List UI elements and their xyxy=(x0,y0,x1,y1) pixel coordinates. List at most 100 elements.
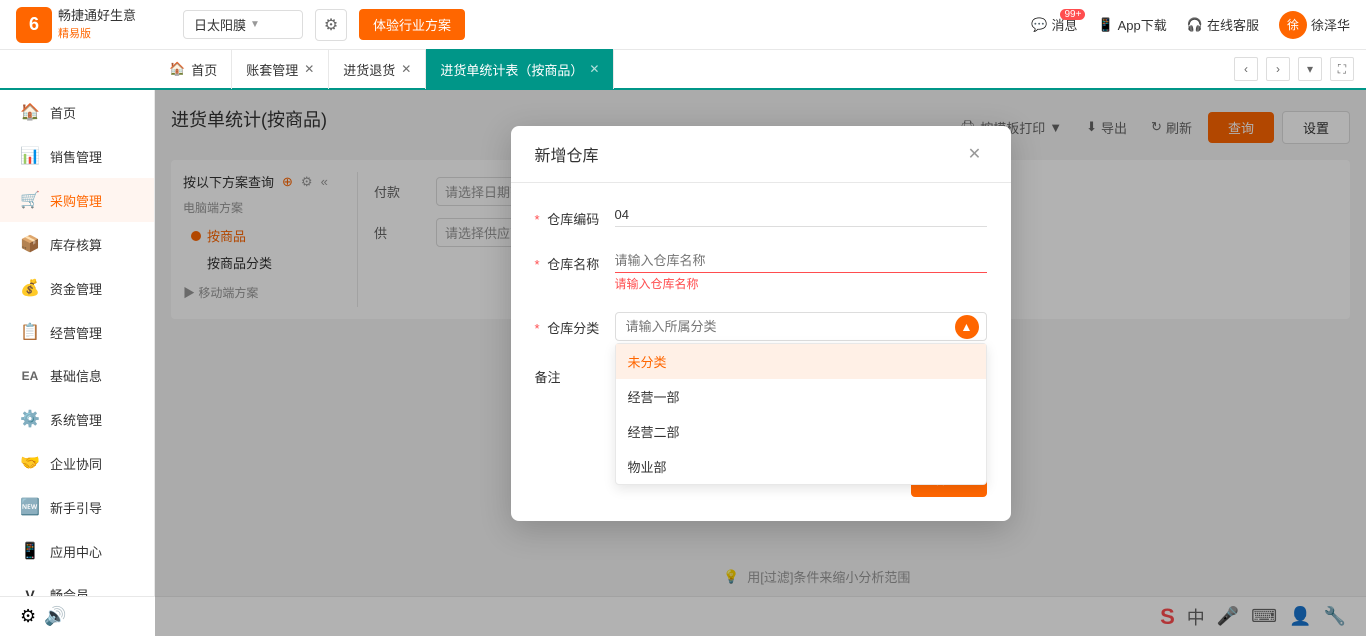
code-label: * 仓库编码 xyxy=(535,203,615,228)
top-header: 6 畅捷通好生意 精易版 日太阳膜 ▼ ⚙ 体验行业方案 💬 消息 99+ 📱 … xyxy=(0,0,1366,50)
tab-fullscreen-btn[interactable]: ⛶ xyxy=(1330,57,1354,81)
headset-icon: 🎧 xyxy=(1187,17,1203,33)
guide-icon: 🆕 xyxy=(20,497,40,517)
chevron-down-icon: ▼ xyxy=(250,19,260,30)
dropdown-item-unclassified[interactable]: 未分类 xyxy=(616,344,986,379)
tab-close-icon[interactable]: ✕ xyxy=(589,62,599,76)
sidebar-label: 采购管理 xyxy=(50,191,102,210)
add-warehouse-modal: 新增仓库 ✕ * 仓库编码 * 仓库名称 xyxy=(511,126,1011,521)
name-error-tip: 请输入仓库名称 xyxy=(535,275,699,292)
online-service-button[interactable]: 🎧 在线客服 xyxy=(1187,15,1259,34)
sidebar-item-enterprise[interactable]: 🤝 企业协同 xyxy=(0,441,154,485)
dropdown-item-dept2[interactable]: 经营二部 xyxy=(616,414,986,449)
tab-bar: 🏠 首页 账套管理 ✕ 进货退货 ✕ 进货单统计表（按商品） ✕ ‹ › ▾ ⛶ xyxy=(0,50,1366,90)
home-icon: 🏠 xyxy=(20,102,40,122)
inventory-icon: 📦 xyxy=(20,234,40,254)
app-download-button[interactable]: 📱 App下载 xyxy=(1097,15,1166,34)
sidebar-item-guide[interactable]: 🆕 新手引导 xyxy=(0,485,154,529)
sidebar-label: 经营管理 xyxy=(50,323,102,342)
category-input[interactable] xyxy=(615,312,987,341)
name-field-row: * 仓库名称 请输入仓库名称 xyxy=(535,248,987,292)
sidebar-item-operations[interactable]: 📋 经营管理 xyxy=(0,310,154,354)
sidebar-label: 资金管理 xyxy=(50,279,102,298)
remark-label: 备注 xyxy=(535,361,615,386)
sidebar-label: 基础信息 xyxy=(50,366,102,385)
purchase-icon: 🛒 xyxy=(20,190,40,210)
sidebar-label: 销售管理 xyxy=(50,147,102,166)
code-field-row: * 仓库编码 xyxy=(535,203,987,228)
message-badge: 99+ xyxy=(1060,9,1085,20)
store-selector[interactable]: 日太阳膜 ▼ xyxy=(183,10,303,39)
main-layout: 🏠 首页 📊 销售管理 🛒 采购管理 📦 库存核算 💰 资金管理 📋 经营管理 … xyxy=(0,90,1366,636)
name-input[interactable] xyxy=(615,249,987,273)
modal-body: * 仓库编码 * 仓库名称 请输入仓库名称 xyxy=(511,183,1011,461)
sidebar-item-home[interactable]: 🏠 首页 xyxy=(0,90,154,134)
sidebar-label: 新手引导 xyxy=(50,498,102,517)
operations-icon: 📋 xyxy=(20,322,40,342)
tab-home[interactable]: 🏠 首页 xyxy=(155,49,232,89)
sidebar-label: 系统管理 xyxy=(50,410,102,429)
tab-accounts[interactable]: 账套管理 ✕ xyxy=(232,49,329,89)
dropdown-item-dept1[interactable]: 经营一部 xyxy=(616,379,986,414)
sidebar-item-purchase[interactable]: 🛒 采购管理 xyxy=(0,178,154,222)
sidebar-item-apps[interactable]: 📱 应用中心 xyxy=(0,529,154,573)
gear-icon: ⚙ xyxy=(324,15,338,35)
home-icon: 🏠 xyxy=(169,61,185,77)
apps-icon: 📱 xyxy=(20,541,40,561)
gear-button[interactable]: ⚙ xyxy=(315,9,347,41)
mobile-icon: 📱 xyxy=(1097,17,1113,33)
trial-button[interactable]: 体验行业方案 xyxy=(359,9,465,40)
tab-close-icon[interactable]: ✕ xyxy=(304,62,314,76)
sales-icon: 📊 xyxy=(20,146,40,166)
tab-controls: ‹ › ▾ ⛶ xyxy=(1234,57,1366,81)
header-right: 💬 消息 99+ 📱 App下载 🎧 在线客服 徐 徐泽华 xyxy=(1031,11,1350,39)
category-select-wrap: ▲ 未分类 经营一部 经营二部 物业部 xyxy=(615,312,987,341)
bottom-sound-icon[interactable]: 🔊 xyxy=(44,606,66,627)
modal-title: 新增仓库 xyxy=(535,142,599,166)
sidebar-label: 库存核算 xyxy=(50,235,102,254)
store-name: 日太阳膜 xyxy=(194,15,246,34)
sidebar-item-basic-info[interactable]: EA 基础信息 xyxy=(0,354,154,397)
logo-text-area: 畅捷通好生意 精易版 xyxy=(58,8,136,41)
name-label: * 仓库名称 xyxy=(535,248,615,273)
tab-close-icon[interactable]: ✕ xyxy=(401,62,411,76)
content-area: 进货单统计(按商品) 🖨 按模板打印 ▼ ⬇ 导出 ↻ 刷新 查询 设置 xyxy=(155,90,1366,636)
finance-icon: 💰 xyxy=(20,278,40,298)
sidebar-item-system[interactable]: ⚙️ 系统管理 xyxy=(0,397,154,441)
tab-left-btn[interactable]: ‹ xyxy=(1234,57,1258,81)
sidebar-label: 首页 xyxy=(50,103,76,122)
message-button[interactable]: 💬 消息 99+ xyxy=(1031,15,1077,34)
sidebar-item-sales[interactable]: 📊 销售管理 xyxy=(0,134,154,178)
category-toggle-btn[interactable]: ▲ xyxy=(955,315,979,339)
system-icon: ⚙️ xyxy=(20,409,40,429)
user-menu[interactable]: 徐 徐泽华 xyxy=(1279,11,1350,39)
tab-menu-btn[interactable]: ▾ xyxy=(1298,57,1322,81)
logo-sub: 精易版 xyxy=(58,25,136,41)
sidebar-label: 企业协同 xyxy=(50,454,102,473)
sidebar-label: 应用中心 xyxy=(50,542,102,561)
modal-header: 新增仓库 ✕ xyxy=(511,126,1011,183)
logo-area: 6 畅捷通好生意 精易版 xyxy=(16,7,171,43)
bottom-settings-icon[interactable]: ⚙ xyxy=(20,606,36,627)
category-field-row: * 仓库分类 ▲ 未分类 经营一部 经营二部 物业部 xyxy=(535,312,987,341)
code-input[interactable] xyxy=(615,203,987,227)
sidebar: 🏠 首页 📊 销售管理 🛒 采购管理 📦 库存核算 💰 资金管理 📋 经营管理 … xyxy=(0,90,155,636)
avatar: 徐 xyxy=(1279,11,1307,39)
modal-close-button[interactable]: ✕ xyxy=(963,142,987,166)
tab-purchase-return[interactable]: 进货退货 ✕ xyxy=(329,49,426,89)
category-label: * 仓库分类 xyxy=(535,312,615,337)
enterprise-icon: 🤝 xyxy=(20,453,40,473)
category-dropdown: 未分类 经营一部 经营二部 物业部 xyxy=(615,343,987,485)
logo-icon: 6 xyxy=(16,7,52,43)
logo-text: 畅捷通好生意 xyxy=(58,8,136,25)
sidebar-item-inventory[interactable]: 📦 库存核算 xyxy=(0,222,154,266)
message-icon: 💬 xyxy=(1031,17,1047,33)
sidebar-item-finance[interactable]: 💰 资金管理 xyxy=(0,266,154,310)
tab-right-btn[interactable]: › xyxy=(1266,57,1290,81)
bottom-left: ⚙ 🔊 xyxy=(20,606,67,627)
basic-info-icon: EA xyxy=(20,369,40,383)
tab-purchase-stats[interactable]: 进货单统计表（按商品） ✕ xyxy=(426,49,614,89)
dropdown-item-dept3[interactable]: 物业部 xyxy=(616,449,986,484)
avatar-text: 徐 xyxy=(1287,16,1299,33)
username-label: 徐泽华 xyxy=(1311,15,1350,34)
